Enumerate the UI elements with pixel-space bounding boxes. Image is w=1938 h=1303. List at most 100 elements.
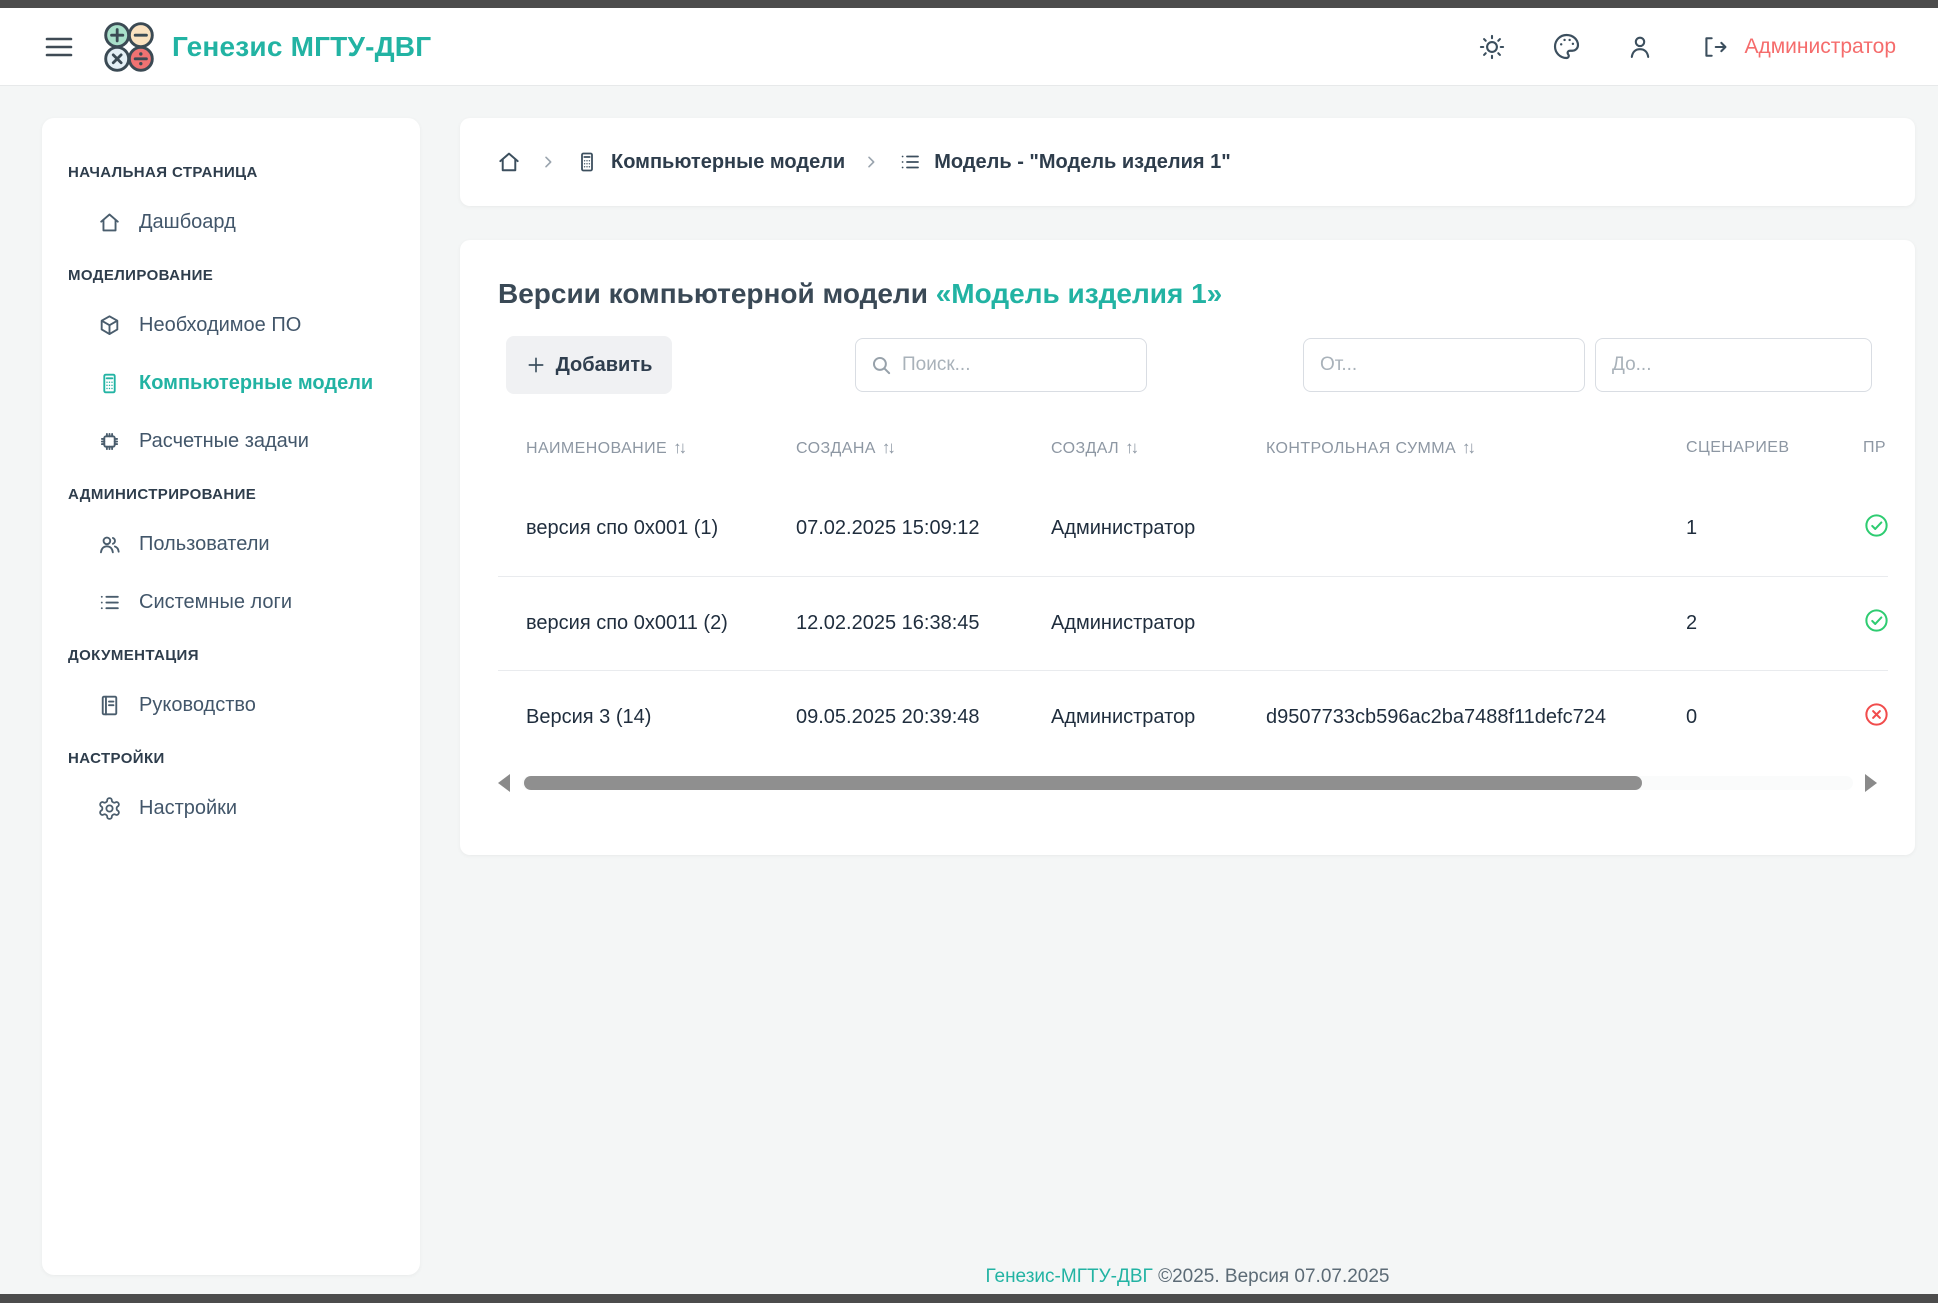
- calculator-icon: [574, 149, 600, 175]
- search-field-wrap: [855, 338, 1147, 392]
- window-bottom-strip: [0, 1294, 1938, 1303]
- scrollbar-track[interactable]: [522, 776, 1853, 790]
- toolbar: Добавить: [498, 336, 1877, 394]
- list-icon: [96, 589, 122, 615]
- sidebar-section-modeling: МОДЕЛИРОВАНИЕ: [68, 267, 214, 284]
- cell-scenarios: 0: [1686, 705, 1698, 728]
- sidebar-section-home: НАЧАЛЬНАЯ СТРАНИЦА: [68, 164, 258, 181]
- check-circle-icon: [1863, 512, 1888, 539]
- column-header-scenarios: СЦЕНАРИЕВ: [1686, 439, 1790, 456]
- cell-scenarios: 2: [1686, 611, 1698, 634]
- column-header-creator: СОЗДАЛ ↑↓: [1051, 438, 1139, 457]
- date-to-input[interactable]: [1595, 338, 1872, 392]
- check-circle-icon: [1863, 607, 1888, 634]
- chip-icon: [96, 428, 122, 454]
- cell-status: [1835, 670, 1888, 764]
- sidebar-section-documentation: ДОКУМЕНТАЦИЯ: [68, 647, 199, 664]
- breadcrumb-label: Компьютерные модели: [611, 150, 846, 173]
- sidebar-item-system-logs[interactable]: Системные логи: [42, 573, 420, 631]
- sidebar-item-label: Руководство: [139, 693, 256, 716]
- cube-icon: [96, 312, 122, 338]
- scrollbar-thumb[interactable]: [524, 776, 1643, 790]
- add-version-label: Добавить: [555, 353, 653, 376]
- cell-checksum: d9507733cb596ac2ba7488f11defc724: [1266, 705, 1606, 728]
- breadcrumb-computer-models[interactable]: Компьютерные модели: [574, 149, 845, 175]
- gear-icon: [96, 795, 122, 821]
- cell-scenarios: 1: [1686, 517, 1698, 540]
- cell-status: [1835, 482, 1888, 576]
- sort-icon[interactable]: ↑↓: [1125, 438, 1139, 457]
- user-profile-icon[interactable]: [1624, 31, 1656, 63]
- cell-creator: Администратор: [1051, 517, 1196, 540]
- sort-icon[interactable]: ↑↓: [673, 438, 687, 457]
- app-title: Генезис МГТУ-ДВГ: [172, 30, 432, 62]
- book-icon: [96, 692, 122, 718]
- calculator-icon: [96, 370, 122, 396]
- column-header-checked-truncated: ПР: [1863, 439, 1886, 456]
- cell-created: 09.05.2025 20:39:48: [796, 705, 980, 728]
- sidebar-item-users[interactable]: Пользователи: [42, 515, 420, 573]
- footer-version-text: ©2025. Версия 07.07.2025: [1158, 1266, 1390, 1287]
- search-icon: [868, 352, 894, 378]
- add-version-button[interactable]: Добавить: [506, 336, 672, 394]
- current-user-label[interactable]: Администратор: [1744, 35, 1896, 59]
- sidebar-item-calculation-tasks[interactable]: Расчетные задачи: [42, 412, 420, 470]
- table-header-row: НАИМЕНОВАНИЕ ↑↓ СОЗДАНА ↑↓ СОЗДАЛ ↑↓ КОНТРО…: [498, 408, 1888, 482]
- sidebar-item-manual[interactable]: Руководство: [42, 676, 420, 734]
- cell-creator: Администратор: [1051, 705, 1196, 728]
- sort-icon[interactable]: ↑↓: [882, 438, 896, 457]
- table-row[interactable]: Версия 3 (14) 09.05.2025 20:39:48 Админи…: [498, 670, 1888, 764]
- footer-brand-link[interactable]: Генезис-МГТУ-ДВГ: [985, 1266, 1152, 1287]
- column-header-created: СОЗДАНА ↑↓: [796, 438, 896, 457]
- sidebar-item-label: Компьютерные модели: [139, 371, 374, 394]
- theme-sun-icon[interactable]: [1476, 31, 1508, 63]
- column-header-name: НАИМЕНОВАНИЕ ↑↓: [526, 438, 687, 457]
- date-from-input[interactable]: [1303, 338, 1585, 392]
- app-bar: Генезис МГТУ-ДВГ Администратор: [0, 8, 1938, 85]
- page-title-prefix: Версии компьютерной модели: [498, 278, 936, 309]
- versions-table-clip: НАИМЕНОВАНИЕ ↑↓ СОЗДАНА ↑↓ СОЗДАЛ ↑↓ КОНТРО…: [498, 408, 1888, 764]
- scroll-right-arrow-icon[interactable]: [1865, 774, 1877, 792]
- x-circle-icon: [1863, 701, 1888, 728]
- sidebar-item-label: Дашбоард: [139, 210, 236, 233]
- sidebar-item-dashboard[interactable]: Дашбоард: [42, 193, 420, 251]
- column-header-checksum: КОНТРОЛЬНАЯ СУММА ↑↓: [1266, 438, 1476, 457]
- breadcrumb: Компьютерные модели Модель - "Модель изд…: [460, 118, 1915, 206]
- sidebar-item-label: Системные логи: [139, 590, 293, 613]
- sidebar-section-settings: НАСТРОЙКИ: [68, 750, 165, 767]
- window-top-strip: [0, 0, 1938, 8]
- sidebar-item-settings[interactable]: Настройки: [42, 779, 420, 837]
- hamburger-menu-icon[interactable]: [40, 28, 78, 66]
- cell-name: версия спо 0x0011 (2): [526, 611, 728, 634]
- sidebar-item-label: Пользователи: [139, 532, 270, 555]
- sort-icon[interactable]: ↑↓: [1462, 438, 1476, 457]
- sidebar-item-label: Расчетные задачи: [139, 429, 309, 452]
- cell-status: [1835, 576, 1888, 670]
- breadcrumb-home-icon[interactable]: [496, 149, 522, 175]
- search-input[interactable]: [855, 338, 1147, 392]
- horizontal-scrollbar: [498, 774, 1877, 792]
- breadcrumb-model-page: Модель - "Модель изделия 1": [897, 149, 1231, 175]
- sidebar-item-computer-models[interactable]: Компьютерные модели: [42, 354, 420, 412]
- chevron-right-icon: [863, 154, 879, 170]
- home-icon: [96, 209, 122, 235]
- scroll-left-arrow-icon[interactable]: [498, 774, 510, 792]
- palette-icon[interactable]: [1550, 31, 1582, 63]
- cell-creator: Администратор: [1051, 611, 1196, 634]
- chevron-right-icon: [540, 154, 556, 170]
- cell-checksum: [1238, 576, 1658, 670]
- versions-panel: Версии компьютерной модели «Модель издел…: [460, 240, 1915, 855]
- logout-icon[interactable]: [1698, 31, 1730, 63]
- cell-created: 07.02.2025 15:09:12: [796, 517, 980, 540]
- versions-table: НАИМЕНОВАНИЕ ↑↓ СОЗДАНА ↑↓ СОЗДАЛ ↑↓ КОНТРО…: [498, 408, 1888, 764]
- sidebar-item-required-software[interactable]: Необходимое ПО: [42, 296, 420, 354]
- plus-icon: [526, 355, 546, 375]
- sidebar-item-label: Необходимое ПО: [139, 313, 302, 336]
- sidebar-item-label: Настройки: [139, 796, 238, 819]
- page-title-model-name: «Модель изделия 1»: [935, 278, 1223, 309]
- table-row[interactable]: версия спо 0x0011 (2) 12.02.2025 16:38:4…: [498, 576, 1888, 670]
- table-row[interactable]: версия спо 0x001 (1) 07.02.2025 15:09:12…: [498, 482, 1888, 576]
- cell-checksum: [1238, 482, 1658, 576]
- footer: Генезис-МГТУ-ДВГ ©2025. Версия 07.07.202…: [460, 1266, 1915, 1288]
- cell-name: версия спо 0x001 (1): [526, 517, 719, 540]
